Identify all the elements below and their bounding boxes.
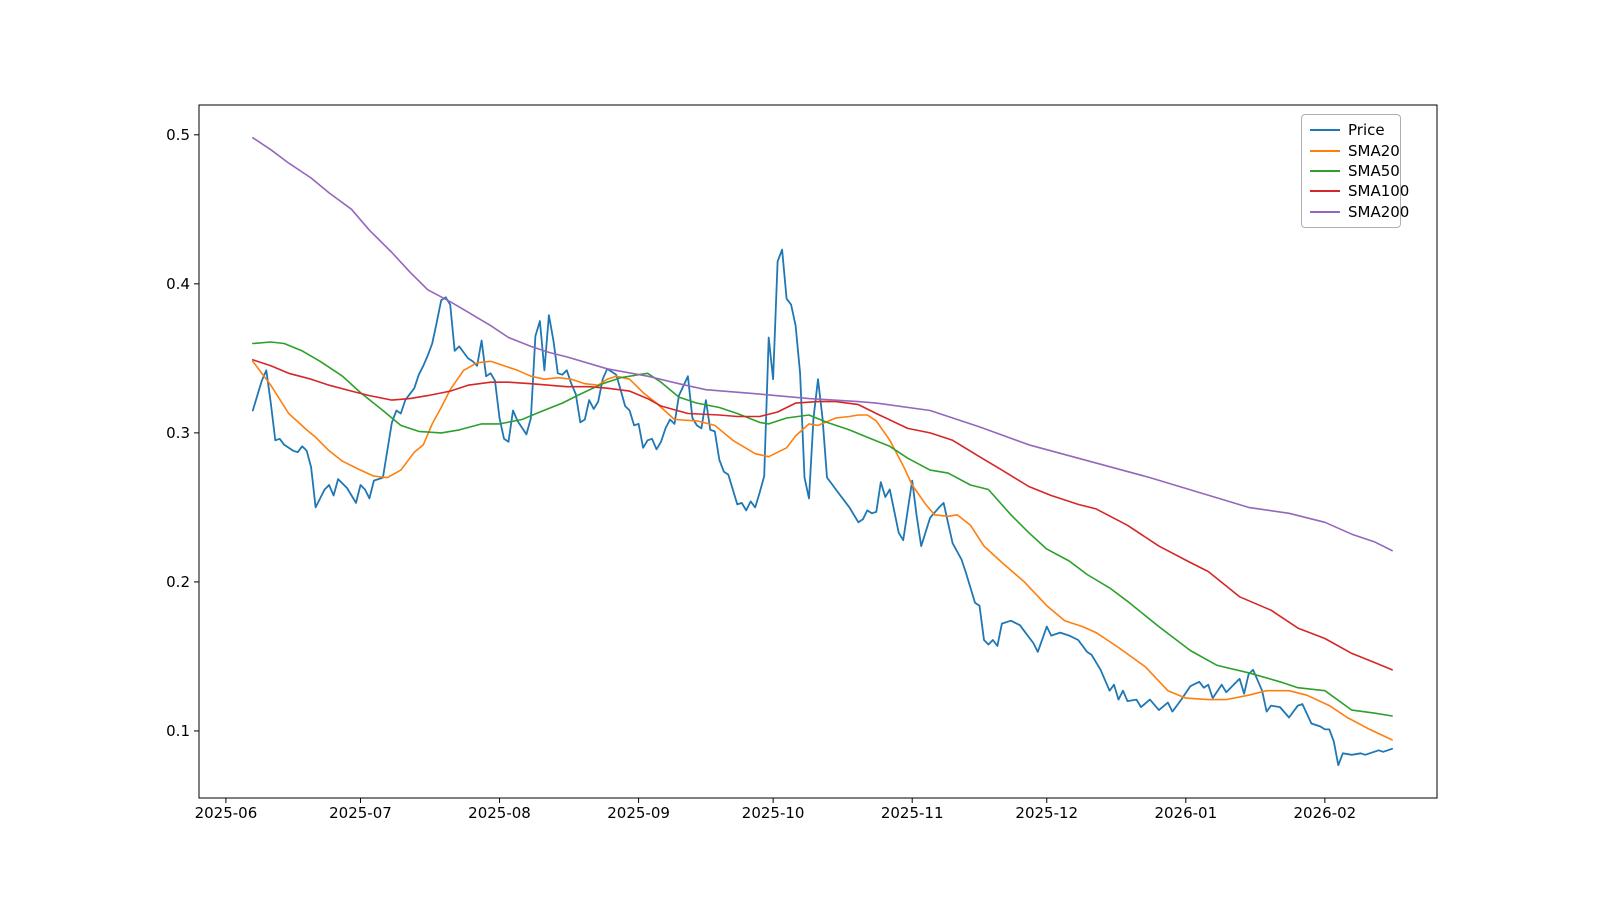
sma100-line [252, 358, 1393, 671]
legend-line-sample [1310, 169, 1340, 172]
x-tick-label: 2025-11 [881, 804, 944, 822]
x-tick-label: 2026-02 [1294, 804, 1357, 822]
legend-entry-sma200: SMA200 [1310, 202, 1409, 222]
x-tick-label: 2025-09 [607, 804, 670, 822]
legend-line-sample [1310, 129, 1340, 132]
legend-line-sample [1310, 190, 1340, 193]
legend-entry-sma100: SMA100 [1310, 181, 1409, 201]
legend-label: SMA50 [1348, 161, 1400, 180]
sma200-line [252, 137, 1393, 552]
price-line [251, 248, 1393, 767]
legend-entry-price: Price [1310, 120, 1392, 140]
legend-label: Price [1348, 121, 1385, 140]
legend-entry-sma50: SMA50 [1310, 161, 1400, 181]
y-tick-label: 0.5 [166, 126, 190, 144]
sma50-line [252, 341, 1393, 717]
x-tick-label: 2025-12 [1015, 804, 1078, 822]
y-tick-label: 0.4 [166, 275, 190, 293]
x-tick-label: 2025-06 [195, 804, 258, 822]
legend-label: SMA200 [1348, 202, 1410, 221]
price-chart-figure: 2025-06 2025-07 2025-08 2025-09 2025-10 2025-… [0, 0, 1600, 900]
legend-entry-sma20: SMA20 [1310, 140, 1400, 160]
x-tick-label: 2025-08 [468, 804, 531, 822]
x-tick-label: 2025-10 [742, 804, 805, 822]
legend-line-sample [1310, 149, 1340, 152]
y-tick-label: 0.1 [166, 722, 190, 740]
legend-label: SMA20 [1348, 141, 1400, 160]
chart-legend: Price SMA20 SMA50 SMA100 SMA200 [1301, 114, 1409, 228]
x-tick-label: 2026-01 [1154, 804, 1217, 822]
legend-label: SMA100 [1348, 182, 1410, 201]
y-tick-label: 0.2 [166, 573, 190, 591]
legend-line-sample [1310, 210, 1340, 213]
y-tick-label: 0.3 [166, 424, 190, 442]
x-tick-label: 2025-07 [329, 804, 392, 822]
